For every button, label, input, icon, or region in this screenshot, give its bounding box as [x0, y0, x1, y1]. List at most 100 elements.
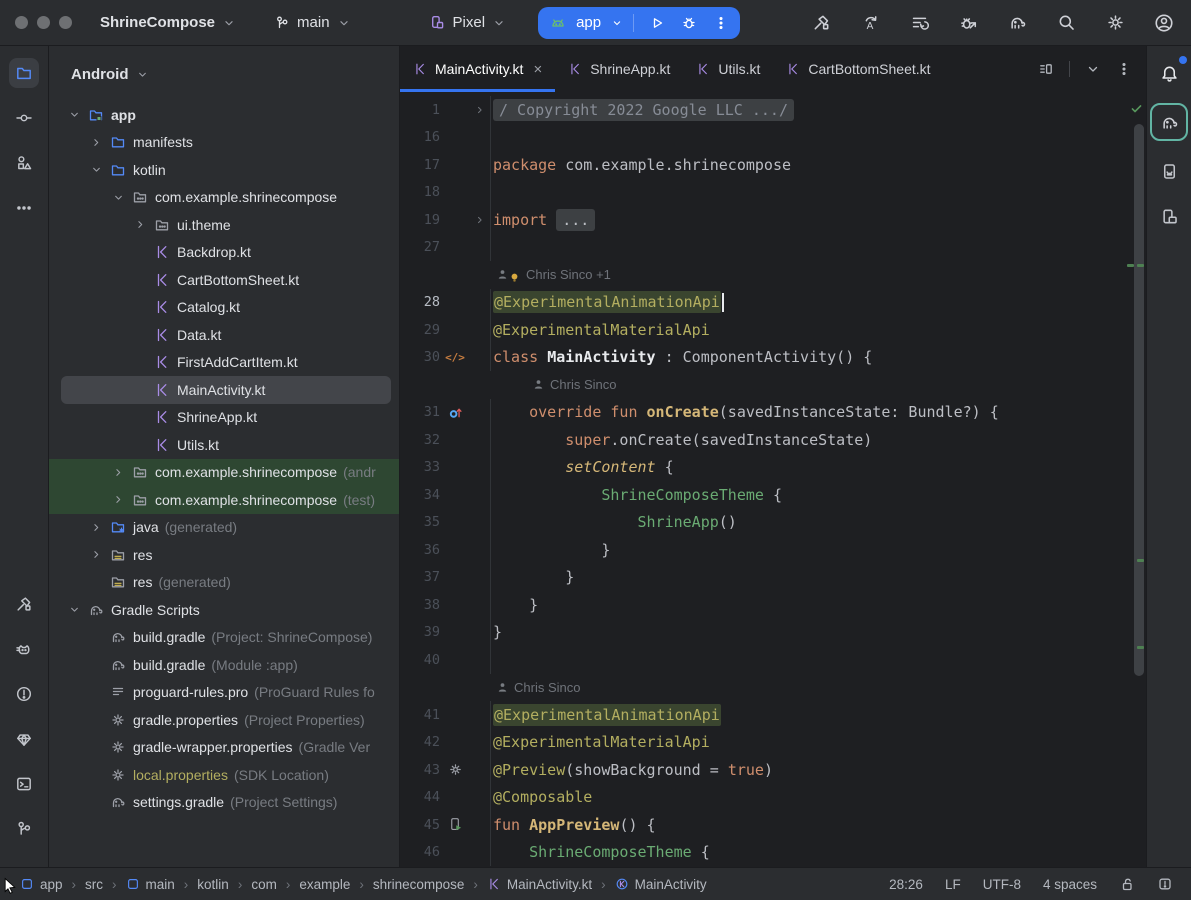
code-line-37[interactable]: 37 }: [400, 564, 1130, 592]
tree-item-local-properties[interactable]: local.properties(SDK Location): [49, 761, 399, 789]
close-window-button[interactable]: [15, 16, 28, 29]
tree-item-data-kt[interactable]: Data.kt: [49, 321, 399, 349]
code-line-42[interactable]: 42@ExperimentalMaterialApi: [400, 729, 1130, 757]
run-more-button[interactable]: [708, 10, 734, 36]
gear-mini-icon[interactable]: [440, 762, 470, 777]
device-manager-button[interactable]: [1154, 156, 1184, 186]
markup-icon[interactable]: </>: [440, 351, 470, 364]
tab-mainactivity-kt[interactable]: MainActivity.kt×: [400, 46, 555, 92]
compose-preview-icon[interactable]: [440, 817, 470, 832]
code-line-30[interactable]: 30</>class MainActivity : ComponentActiv…: [400, 344, 1130, 372]
code-line-1[interactable]: 1/ Copyright 2022 Google LLC .../: [400, 96, 1130, 124]
code-author-inlay[interactable]: Chris Sinco: [496, 680, 580, 695]
tree-item-catalog-kt[interactable]: Catalog.kt: [49, 294, 399, 322]
project-view-selector[interactable]: Android: [49, 59, 399, 89]
more-tools-button[interactable]: [9, 193, 39, 223]
tree-item-shrineapp-kt[interactable]: ShrineApp.kt: [49, 404, 399, 432]
chevron-down-icon[interactable]: [85, 163, 107, 176]
tree-item-app[interactable]: app: [49, 101, 399, 129]
logcat-tool-button[interactable]: [9, 634, 39, 664]
status-widget-4-spaces[interactable]: 4 spaces: [1043, 877, 1097, 892]
status-widget-28-26[interactable]: 28:26: [889, 877, 923, 892]
breadcrumb-item-example[interactable]: example: [299, 877, 350, 892]
code-line-40[interactable]: 40: [400, 646, 1130, 674]
tree-item-com-example-shrinecompose[interactable]: com.example.shrinecompose(andr: [49, 459, 399, 487]
tree-item-gradle-wrapper-properties[interactable]: gradle-wrapper.properties(Gradle Ver: [49, 734, 399, 762]
branch-selector[interactable]: main: [274, 14, 351, 31]
commit-tool-button[interactable]: [9, 103, 39, 133]
tree-item-utils-kt[interactable]: Utils.kt: [49, 431, 399, 459]
attach-debugger-button[interactable]: [957, 12, 979, 34]
apply-changes-button[interactable]: A: [859, 12, 881, 34]
breadcrumb-item-mainactivity[interactable]: MainActivity: [615, 877, 707, 892]
app-quality-insights-button[interactable]: [9, 724, 39, 754]
build-tool-button[interactable]: [9, 589, 39, 619]
debug-button[interactable]: [676, 10, 702, 36]
tree-item-com-example-shrinecompose[interactable]: com.example.shrinecompose(test): [49, 486, 399, 514]
tree-item-res[interactable]: res: [49, 541, 399, 569]
tree-item-ui-theme[interactable]: ui.theme: [49, 211, 399, 239]
tree-item-gradle-properties[interactable]: gradle.properties(Project Properties): [49, 706, 399, 734]
bulb-icon[interactable]: [508, 271, 521, 284]
code-line-19[interactable]: 19import ...: [400, 206, 1130, 234]
code-line-43[interactable]: 43@Preview(showBackground = true): [400, 756, 1130, 784]
code-line-39[interactable]: 39}: [400, 619, 1130, 647]
breadcrumb-item-com[interactable]: com: [251, 877, 277, 892]
status-widget-utf-8[interactable]: UTF-8: [983, 877, 1021, 892]
terminal-tool-button[interactable]: [9, 769, 39, 799]
code-line-38[interactable]: 38 }: [400, 591, 1130, 619]
override-icon[interactable]: [440, 405, 470, 420]
readonly-toggle[interactable]: [1119, 876, 1135, 892]
chevron-right-icon[interactable]: [107, 466, 129, 479]
tree-item-res[interactable]: res(generated): [49, 569, 399, 597]
tree-item-build-gradle[interactable]: build.gradle(Project: ShrineCompose): [49, 624, 399, 652]
code-line-46[interactable]: 46 ShrineComposeTheme {: [400, 839, 1130, 867]
code-line-44[interactable]: 44@Composable: [400, 784, 1130, 812]
code-line-27[interactable]: 27: [400, 234, 1130, 262]
code-line-28[interactable]: 28@ExperimentalAnimationApi: [400, 289, 1130, 317]
tab-list-button[interactable]: [1038, 61, 1054, 77]
code-line-29[interactable]: 29@ExperimentalMaterialApi: [400, 316, 1130, 344]
code-line-31[interactable]: 31 override fun onCreate(savedInstanceSt…: [400, 399, 1130, 427]
tree-item-backdrop-kt[interactable]: Backdrop.kt: [49, 239, 399, 267]
chevron-right-icon[interactable]: [129, 218, 151, 231]
chevron-right-icon[interactable]: [107, 493, 129, 506]
chevron-right-icon[interactable]: [85, 548, 107, 561]
code-line-16[interactable]: 16: [400, 124, 1130, 152]
code-line-36[interactable]: 36 }: [400, 536, 1130, 564]
notifications-button[interactable]: [1154, 58, 1184, 88]
code-line-34[interactable]: 34 ShrineComposeTheme {: [400, 481, 1130, 509]
search-everywhere-button[interactable]: [1055, 12, 1077, 34]
code-line-33[interactable]: 33 setContent {: [400, 454, 1130, 482]
run-config-name[interactable]: app: [576, 14, 601, 31]
inspections-ok-icon[interactable]: [1130, 102, 1143, 115]
code-line-45[interactable]: 45fun AppPreview() {: [400, 811, 1130, 839]
code-author-inlay[interactable]: Chris Sinco: [532, 377, 616, 392]
tree-item-gradle-scripts[interactable]: Gradle Scripts: [49, 596, 399, 624]
close-tab-icon[interactable]: ×: [533, 61, 542, 78]
fold-chevron-icon[interactable]: [470, 214, 490, 226]
editor-options-button[interactable]: [1116, 61, 1132, 77]
tree-item-java[interactable]: java(generated): [49, 514, 399, 542]
tree-item-com-example-shrinecompose[interactable]: com.example.shrinecompose: [49, 184, 399, 212]
project-tool-button[interactable]: [9, 58, 39, 88]
breadcrumb-item-src[interactable]: src: [85, 877, 103, 892]
breadcrumb-item-main[interactable]: main: [126, 877, 175, 892]
profile-button[interactable]: [1153, 12, 1175, 34]
version-control-button[interactable]: [9, 814, 39, 844]
gradle-sync-button[interactable]: [1006, 12, 1028, 34]
run-button[interactable]: [644, 10, 670, 36]
minimize-window-button[interactable]: [37, 16, 50, 29]
status-widget-lf[interactable]: LF: [945, 877, 961, 892]
settings-button[interactable]: [1104, 12, 1126, 34]
chevron-right-icon[interactable]: [85, 136, 107, 149]
resource-manager-button[interactable]: [9, 148, 39, 178]
tab-shrineapp-kt[interactable]: ShrineApp.kt: [555, 46, 683, 92]
tree-item-cartbottomsheet-kt[interactable]: CartBottomSheet.kt: [49, 266, 399, 294]
tree-item-manifests[interactable]: manifests: [49, 129, 399, 157]
running-list-button[interactable]: [908, 12, 930, 34]
tab-cartbottomsheet-kt[interactable]: CartBottomSheet.kt: [773, 46, 943, 92]
tree-item-settings-gradle[interactable]: settings.gradle(Project Settings): [49, 789, 399, 817]
event-log-button[interactable]: [1157, 876, 1173, 892]
hidden-tabs-button[interactable]: [1085, 61, 1101, 77]
